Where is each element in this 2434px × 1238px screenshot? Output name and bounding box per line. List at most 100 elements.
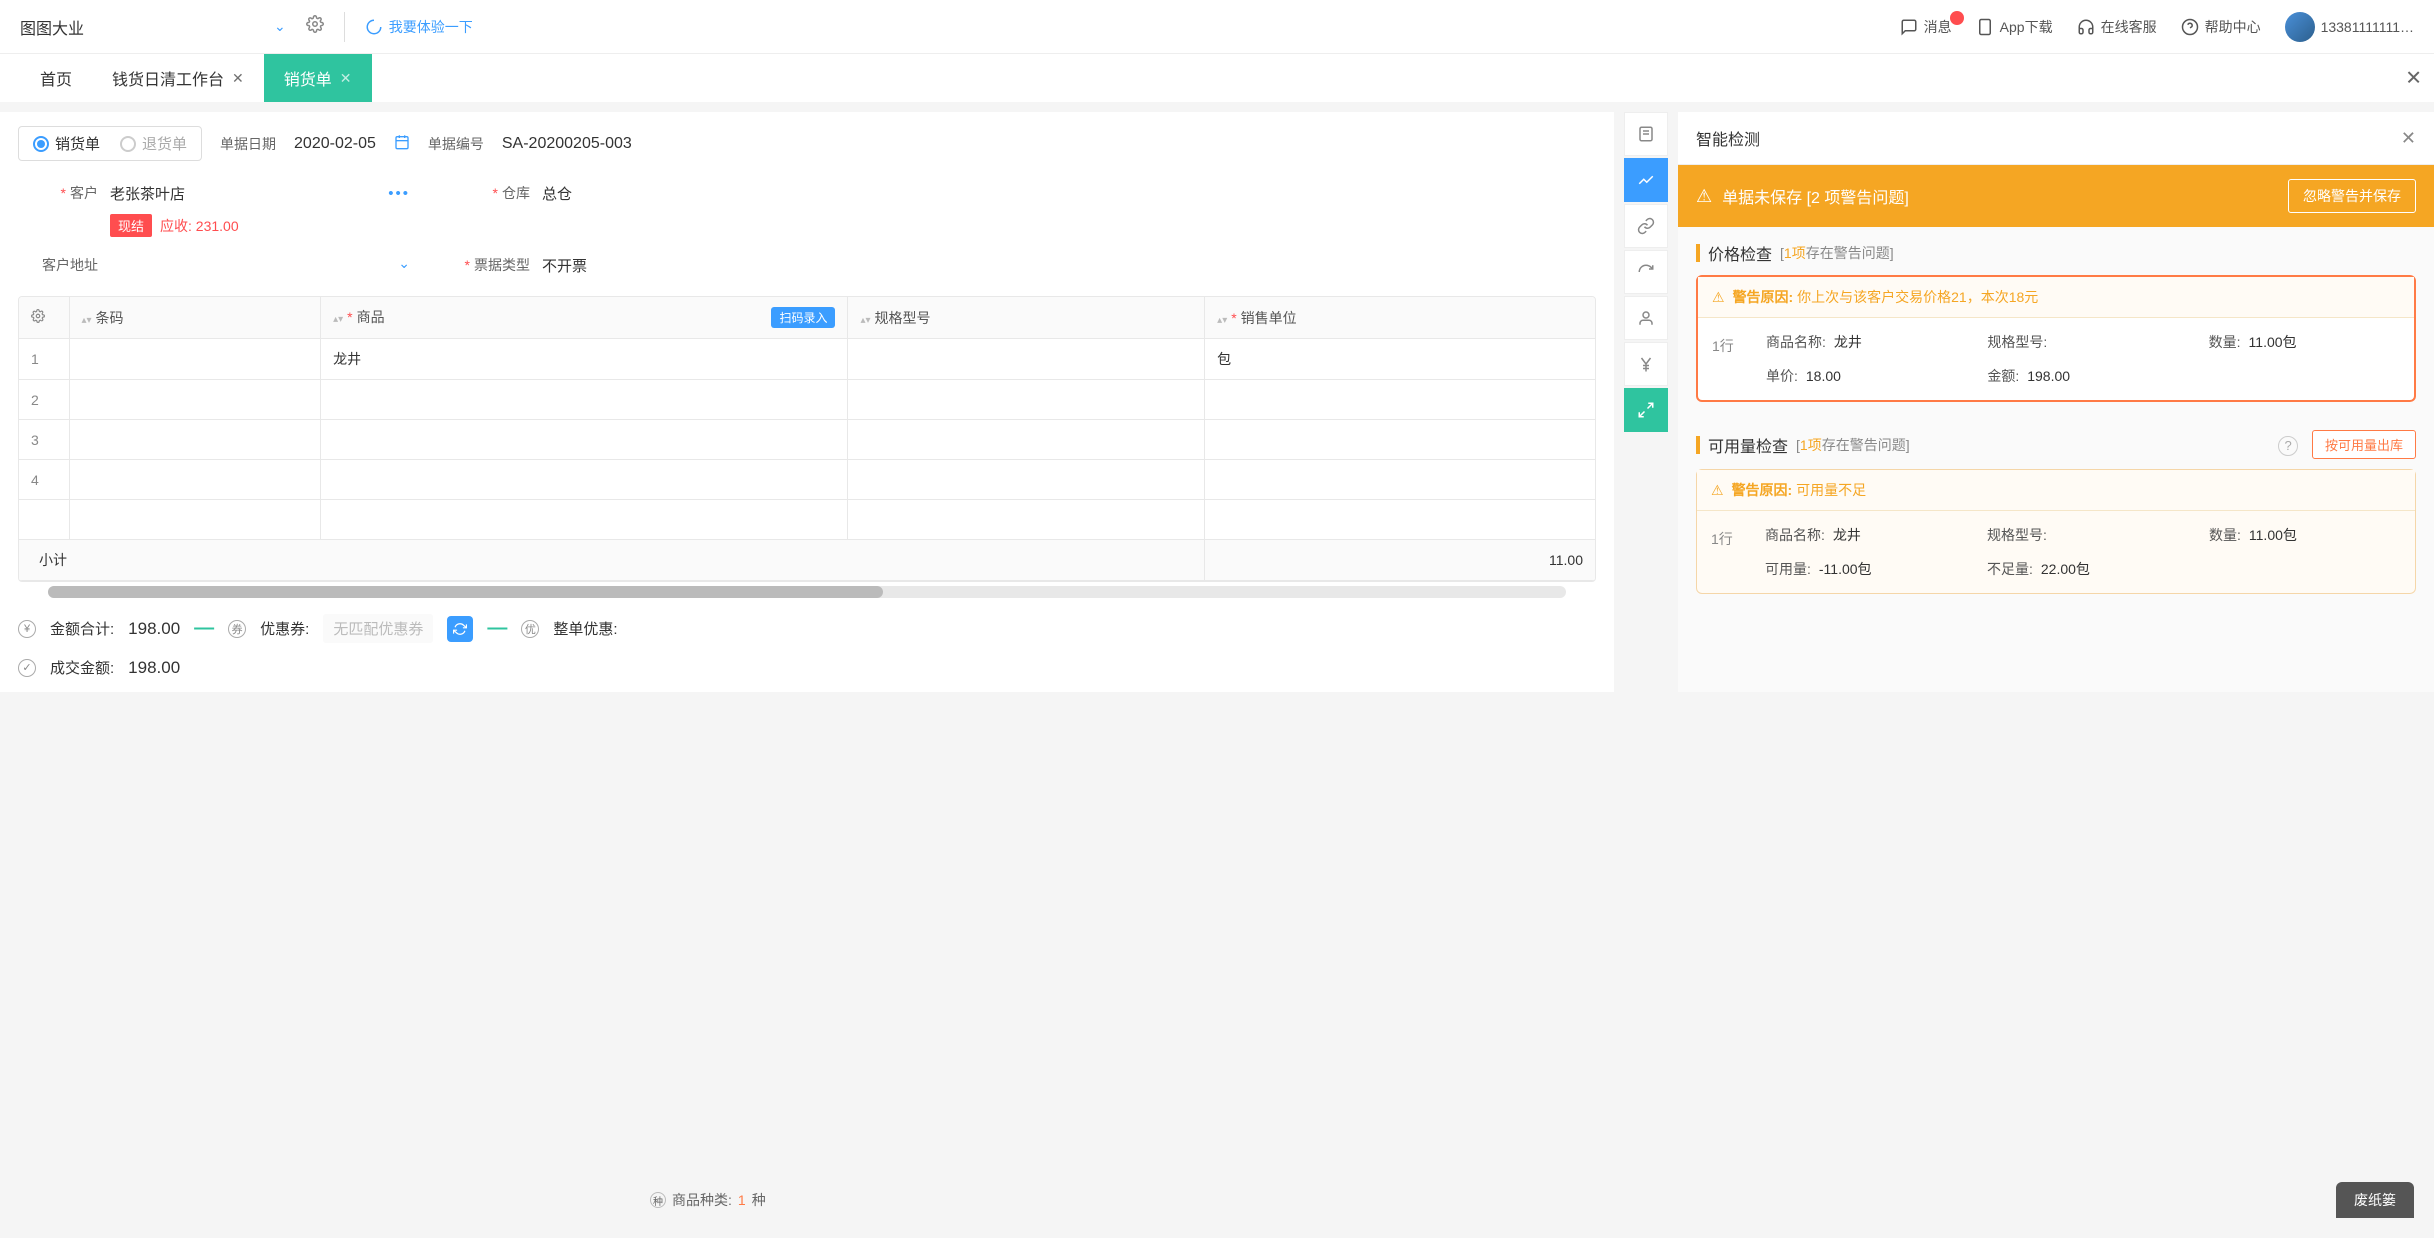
horizontal-scrollbar[interactable] <box>48 586 1566 598</box>
col-spec[interactable]: ▴▾规格型号 <box>848 297 1205 339</box>
table-settings-header[interactable] <box>19 297 69 339</box>
side-chart-icon[interactable] <box>1624 158 1668 202</box>
radio-sales-order[interactable]: 销货单 <box>33 133 100 154</box>
app-download-label: App下载 <box>2000 17 2053 37</box>
warning-icon: ⚠ <box>1696 186 1712 207</box>
user-menu[interactable]: 13381111111… <box>2285 12 2414 42</box>
scrollbar-thumb[interactable] <box>48 586 883 598</box>
radio-unchecked-icon <box>120 136 136 152</box>
warning-banner: ⚠ 单据未保存 [2 项警告问题] 忽略警告并保存 <box>1678 165 2434 227</box>
tab-label: 首页 <box>40 66 72 90</box>
stock-warning-reason: ⚠ 警告原因: 可用量不足 <box>1697 470 2415 511</box>
side-refresh-icon[interactable] <box>1624 250 1668 294</box>
side-doc-icon[interactable] <box>1624 112 1668 156</box>
app-download-button[interactable]: App下载 <box>1976 17 2053 37</box>
stock-check-title: 可用量检查 [1项存在警告问题] <box>1696 433 1910 457</box>
tab-home[interactable]: 首页 <box>20 54 92 102</box>
side-link-icon[interactable] <box>1624 204 1668 248</box>
row-number: 3 <box>19 420 69 460</box>
invoice-label: *票据类型 <box>450 251 530 275</box>
sort-icon: ▴▾ <box>333 317 343 323</box>
field-available: 可用量:-11.00包 <box>1765 559 1957 579</box>
close-icon[interactable]: ✕ <box>2401 128 2416 149</box>
totals-row-1: ¥ 金额合计: 198.00 — 券 优惠券: 无匹配优惠券 — 优 整单优惠: <box>18 614 1596 643</box>
banner-text: 单据未保存 [2 项警告问题] <box>1722 184 1909 208</box>
row-number: 1 <box>19 339 69 380</box>
help-icon[interactable]: ? <box>2278 436 2298 456</box>
footer: 种 商品种类: 1 种 废纸篓 <box>0 1172 2434 1228</box>
table-row[interactable]: 4 <box>19 460 1595 500</box>
company-selector[interactable]: 图图大业 ⌄ <box>20 15 286 39</box>
chevron-down-icon: ⌄ <box>398 255 410 272</box>
out-by-stock-button[interactable]: 按可用量出库 <box>2312 430 2416 459</box>
close-icon[interactable]: ✕ <box>232 70 244 87</box>
radio-return-order[interactable]: 退货单 <box>120 133 187 154</box>
customer-field: *客户 老张茶叶店 ••• 现结 应收: 231.00 <box>18 179 410 237</box>
tab-sales-order[interactable]: 销货单 ✕ <box>264 54 372 102</box>
main-content: 销货单 退货单 单据日期 2020-02-05 单据编号 SA-20200205… <box>0 102 2434 692</box>
scan-entry-button[interactable]: 扫码录入 <box>771 307 835 328</box>
address-label: 客户地址 <box>18 251 98 275</box>
cell-spec[interactable] <box>848 339 1205 380</box>
help-center-button[interactable]: 帮助中心 <box>2181 17 2261 37</box>
refresh-coupon-button[interactable] <box>447 616 473 642</box>
customer-input[interactable]: 老张茶叶店 ••• <box>110 179 410 208</box>
calendar-icon[interactable] <box>394 134 410 153</box>
headset-icon <box>2077 18 2095 36</box>
close-all-tabs-icon[interactable]: ✕ <box>2405 66 2422 91</box>
warehouse-field: *仓库 总仓 <box>450 179 572 237</box>
field-short: 不足量:22.00包 <box>1987 559 2179 579</box>
date-value[interactable]: 2020-02-05 <box>294 135 376 153</box>
help-label: 帮助中心 <box>2205 17 2261 37</box>
price-check-count: [1项存在警告问题] <box>1780 243 1894 263</box>
warning-icon: ⚠ <box>1712 289 1725 306</box>
warehouse-input[interactable]: 总仓 <box>542 179 572 208</box>
discount-label: 整单优惠: <box>553 618 617 639</box>
side-yen-icon[interactable] <box>1624 342 1668 386</box>
cell-product[interactable]: 龙井 <box>321 339 848 380</box>
trash-button[interactable]: 废纸篓 <box>2336 1182 2414 1218</box>
cell-barcode[interactable] <box>69 339 321 380</box>
line-items-table: ▴▾条码 ▴▾*商品扫码录入 ▴▾规格型号 ▴▾*销售单位 1 龙井 包 <box>18 296 1596 582</box>
settle-tag: 现结 <box>110 214 152 237</box>
table-row[interactable]: 2 <box>19 380 1595 420</box>
sort-icon: ▴▾ <box>82 318 92 324</box>
settings-gear-icon[interactable] <box>306 15 324 38</box>
coupon-input[interactable]: 无匹配优惠券 <box>323 614 433 643</box>
col-product[interactable]: ▴▾*商品扫码录入 <box>321 297 848 339</box>
side-expand-icon[interactable] <box>1624 388 1668 432</box>
row-indicator: 1行 <box>1711 525 1747 579</box>
notification-dot-icon <box>1950 11 1964 25</box>
coupon-icon: 券 <box>228 620 246 638</box>
messages-button[interactable]: 消息 <box>1900 17 1952 37</box>
col-unit[interactable]: ▴▾*销售单位 <box>1205 297 1595 339</box>
close-icon[interactable]: ✕ <box>340 70 352 87</box>
order-header-row: 销货单 退货单 单据日期 2020-02-05 单据编号 SA-20200205… <box>18 126 1596 161</box>
minus-icon: — <box>194 617 214 640</box>
cell-unit[interactable]: 包 <box>1205 339 1595 380</box>
table-row[interactable]: 3 <box>19 420 1595 460</box>
warehouse-label: *仓库 <box>450 179 530 203</box>
subtotal-row: 小计 11.00 <box>19 540 1595 581</box>
address-field: 客户地址 ⌄ <box>18 251 410 280</box>
ignore-save-button[interactable]: 忽略警告并保存 <box>2288 179 2416 213</box>
message-icon <box>1900 18 1918 36</box>
price-warning-reason: ⚠ 警告原因: 你上次与该客户交易价格21，本次18元 <box>1698 277 2414 318</box>
online-service-button[interactable]: 在线客服 <box>2077 17 2157 37</box>
address-input[interactable]: ⌄ <box>110 251 410 276</box>
field-spec: 规格型号: <box>1987 332 2178 352</box>
try-experience-link[interactable]: 我要体验一下 <box>365 17 473 37</box>
more-dots-icon[interactable]: ••• <box>388 185 410 202</box>
col-barcode[interactable]: ▴▾条码 <box>69 297 321 339</box>
tab-label: 钱货日清工作台 <box>112 66 224 90</box>
deal-label: 成交金额: <box>50 657 114 678</box>
table-row[interactable] <box>19 500 1595 540</box>
tab-workbench[interactable]: 钱货日清工作台 ✕ <box>92 54 264 102</box>
table-row[interactable]: 1 龙井 包 <box>19 339 1595 380</box>
discount-icon: 优 <box>521 620 539 638</box>
bill-no-value: SA-20200205-003 <box>502 135 632 153</box>
coupon-label: 优惠券: <box>260 618 309 639</box>
field-amount: 金额:198.00 <box>1987 366 2178 386</box>
invoice-input[interactable]: 不开票 <box>542 251 587 280</box>
side-person-icon[interactable] <box>1624 296 1668 340</box>
